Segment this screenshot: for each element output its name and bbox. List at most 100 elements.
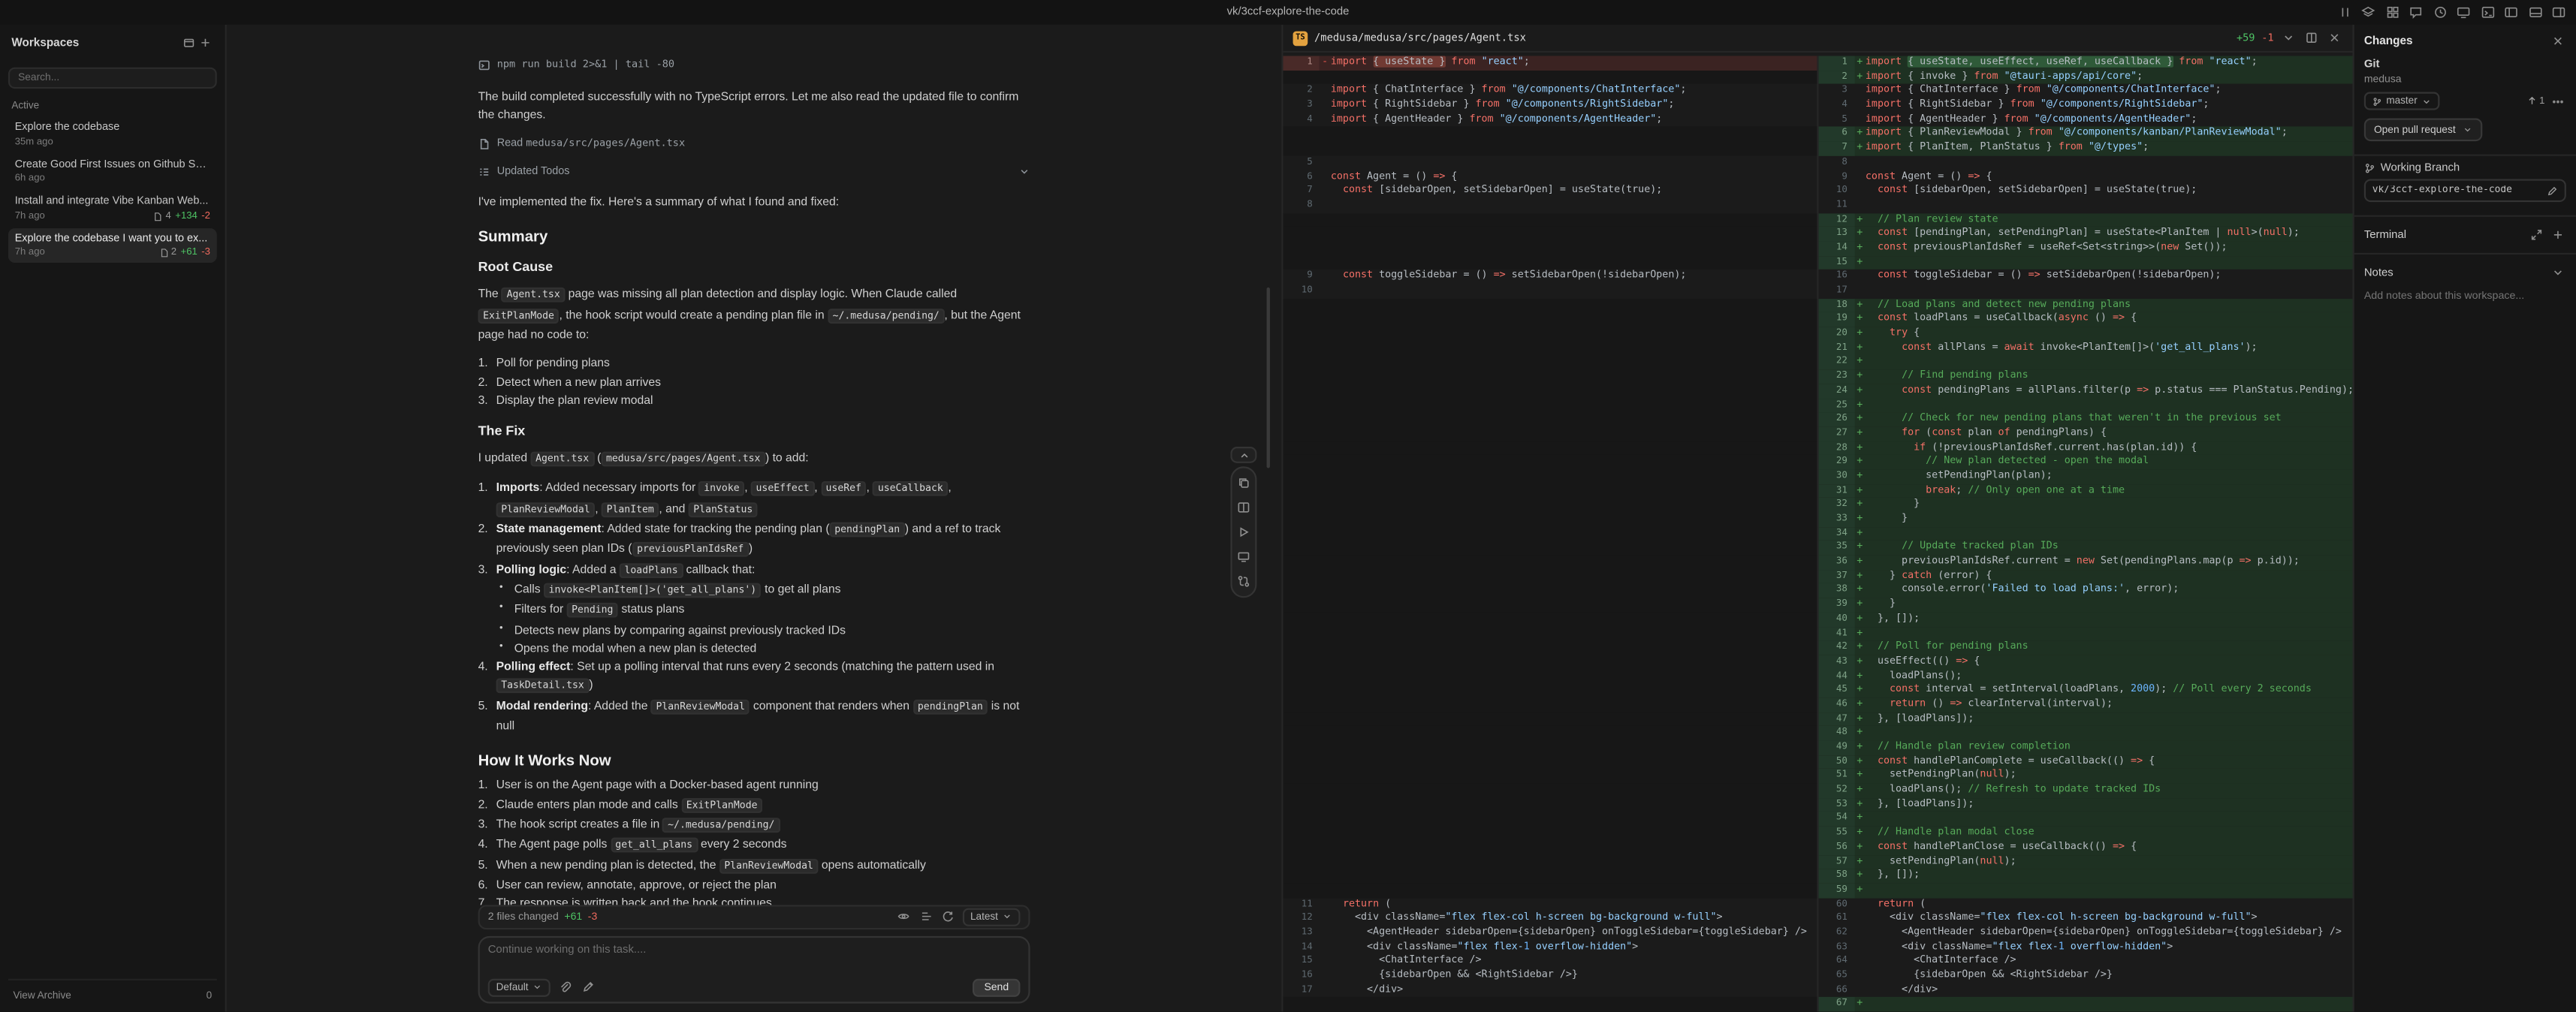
- list-item: 2.Claude enters plan mode and calls Exit…: [478, 794, 1030, 815]
- inline-code: useEffect: [751, 482, 814, 497]
- diff-line: 33+ }: [1817, 513, 2352, 527]
- open-pr-button[interactable]: Open pull request: [2364, 119, 2482, 142]
- git-compare-icon[interactable]: [1235, 573, 1252, 589]
- send-button[interactable]: Send: [973, 978, 1020, 997]
- branch-selector[interactable]: master: [2364, 92, 2439, 110]
- paragraph: I updated Agent.tsx (medusa/src/pages/Ag…: [478, 449, 1030, 469]
- copy-icon[interactable]: [1235, 474, 1252, 491]
- more-options-icon[interactable]: [2550, 93, 2566, 110]
- monitor-icon[interactable]: [2454, 3, 2472, 21]
- split-panel-icon[interactable]: [1235, 499, 1252, 516]
- inline-code: PlanReviewModal: [496, 502, 596, 517]
- new-workspace-button[interactable]: [198, 35, 214, 51]
- edit-branch-icon[interactable]: [2547, 185, 2558, 196]
- chat-scrollbar[interactable]: [1265, 288, 1269, 468]
- notes-section-label[interactable]: Notes: [2364, 267, 2394, 278]
- list-item: 2.State management: Added state for trac…: [478, 519, 1030, 559]
- layers-icon[interactable]: [2359, 3, 2377, 21]
- pause-icon[interactable]: [2336, 3, 2354, 21]
- section-heading: The Fix: [478, 424, 1030, 439]
- diff-line: 6+import { PlanReviewModal } from "@/com…: [1817, 127, 2352, 141]
- terminal-section-label[interactable]: Terminal: [2364, 229, 2406, 240]
- message-input[interactable]: [488, 944, 1021, 967]
- diff-gap: [1283, 670, 1816, 684]
- section-heading: Root Cause: [478, 260, 1030, 275]
- diff-gap: [1283, 483, 1816, 498]
- diff-new-column: 1+import { useState, useEffect, useRef, …: [1817, 56, 2352, 1012]
- run-icon[interactable]: [1235, 524, 1252, 541]
- tool-call-label: Read medusa/src/pages/Agent.tsx: [497, 139, 685, 150]
- titlebar-actions: [2336, 3, 2568, 21]
- diff-gap: [1283, 613, 1816, 627]
- diff-line: 7 const [sidebarOpen, setSidebarOpen] = …: [1283, 184, 1816, 198]
- list-item: 7.The response is written back and the h…: [478, 893, 1030, 904]
- maximize-terminal-icon[interactable]: [2529, 227, 2545, 243]
- grid-icon[interactable]: [2383, 3, 2401, 21]
- close-diff-icon[interactable]: [2327, 29, 2343, 46]
- preview-icon[interactable]: [1235, 549, 1252, 565]
- tool-call-row[interactable]: Updated Todos: [478, 165, 1030, 177]
- collapse-handle[interactable]: [1230, 447, 1256, 463]
- workspace-item[interactable]: Explore the codebase I want you to ex...…: [8, 227, 217, 263]
- diff-line: 5: [1283, 155, 1816, 170]
- diff-gap: [1283, 327, 1816, 341]
- diff-gap: [1283, 712, 1816, 727]
- workspace-title: Explore the codebase: [15, 122, 210, 133]
- inline-code: PlanReviewModal: [719, 858, 819, 873]
- panel-bottom-icon[interactable]: [2526, 3, 2544, 21]
- chevron-down-icon[interactable]: [2280, 29, 2297, 46]
- tool-call-label: npm run build 2>&1 | tail -80: [497, 59, 674, 71]
- diff-line: 17 </div>: [1283, 983, 1816, 998]
- list-item: 1.Poll for pending plans: [478, 354, 1030, 372]
- tool-call-row[interactable]: Read medusa/src/pages/Agent.tsx: [478, 138, 1030, 150]
- diff-file-path: /medusa/medusa/src/pages/Agent.tsx: [1314, 32, 1526, 44]
- diff-line: 29+ // New plan detected - open the moda…: [1817, 455, 2352, 469]
- diff-gap: [1283, 855, 1816, 869]
- changes-title: Changes: [2364, 35, 2413, 47]
- panel-left-icon[interactable]: [2502, 3, 2520, 21]
- new-terminal-icon[interactable]: [2550, 227, 2566, 243]
- diff-line: 1-import { useState } from "react";: [1283, 56, 1816, 70]
- bullet-item: •Detects new plans by comparing against …: [478, 620, 1030, 639]
- model-dropdown[interactable]: Default: [488, 979, 550, 997]
- notes-placeholder[interactable]: Add notes about this workspace...: [2354, 288, 2576, 306]
- version-dropdown[interactable]: Latest: [962, 908, 1020, 926]
- tool-call-row[interactable]: npm run build 2>&1 | tail -80: [478, 59, 1030, 71]
- terminal-icon[interactable]: [2478, 3, 2496, 21]
- ordered-list: 1.Poll for pending plans2.Detect when a …: [478, 354, 1030, 409]
- view-archive-link[interactable]: View Archive: [14, 991, 71, 1002]
- refresh-icon[interactable]: [940, 908, 957, 925]
- workspace-item[interactable]: Install and integrate Vibe Kanban Web...…: [8, 191, 217, 226]
- diff-gap: [1283, 884, 1816, 898]
- inline-code: pendingPlan: [830, 523, 905, 538]
- diff-line: 3import { ChatInterface } from "@/compon…: [1817, 84, 2352, 98]
- diff-gap: [1283, 798, 1816, 812]
- workspace-time: 6h ago: [15, 174, 210, 184]
- visibility-icon[interactable]: [895, 908, 912, 925]
- diff-gap: [1283, 655, 1816, 670]
- diff-gap: [1283, 441, 1816, 455]
- inline-code: useCallback: [873, 482, 948, 497]
- bold-text: State management: [496, 521, 602, 536]
- diff-line: 51+ setPendingPlan(null);: [1817, 770, 2352, 784]
- workspace-item[interactable]: Create Good First Issues on Github So...…: [8, 154, 217, 189]
- chat-transcript: npm run build 2>&1 | tail -80The build c…: [227, 25, 1281, 905]
- workspace-time: 7h ago: [15, 211, 149, 221]
- chat-icon[interactable]: [2407, 3, 2425, 21]
- history-icon[interactable]: [2430, 3, 2448, 21]
- workspace-item[interactable]: Explore the codebase35m ago: [8, 116, 217, 152]
- panel-right-icon[interactable]: [2550, 3, 2568, 21]
- chevron-down-icon[interactable]: [1018, 166, 1030, 177]
- edit-icon[interactable]: [580, 980, 596, 996]
- notes-chevron-icon[interactable]: [2550, 264, 2566, 281]
- open-in-editor-icon[interactable]: [2303, 29, 2320, 46]
- working-branch-field[interactable]: vk/3ccf-explore-the-code: [2364, 179, 2566, 202]
- attach-icon[interactable]: [557, 980, 574, 996]
- diff-line: 67+: [1817, 998, 2352, 1012]
- diff-gap: [1283, 398, 1816, 412]
- diff-line: 12+ // Plan review state: [1817, 212, 2352, 227]
- close-changes-icon[interactable]: [2550, 33, 2566, 50]
- search-input[interactable]: [8, 68, 217, 89]
- diff-list-icon[interactable]: [918, 908, 934, 925]
- workspace-settings-icon[interactable]: [181, 35, 198, 51]
